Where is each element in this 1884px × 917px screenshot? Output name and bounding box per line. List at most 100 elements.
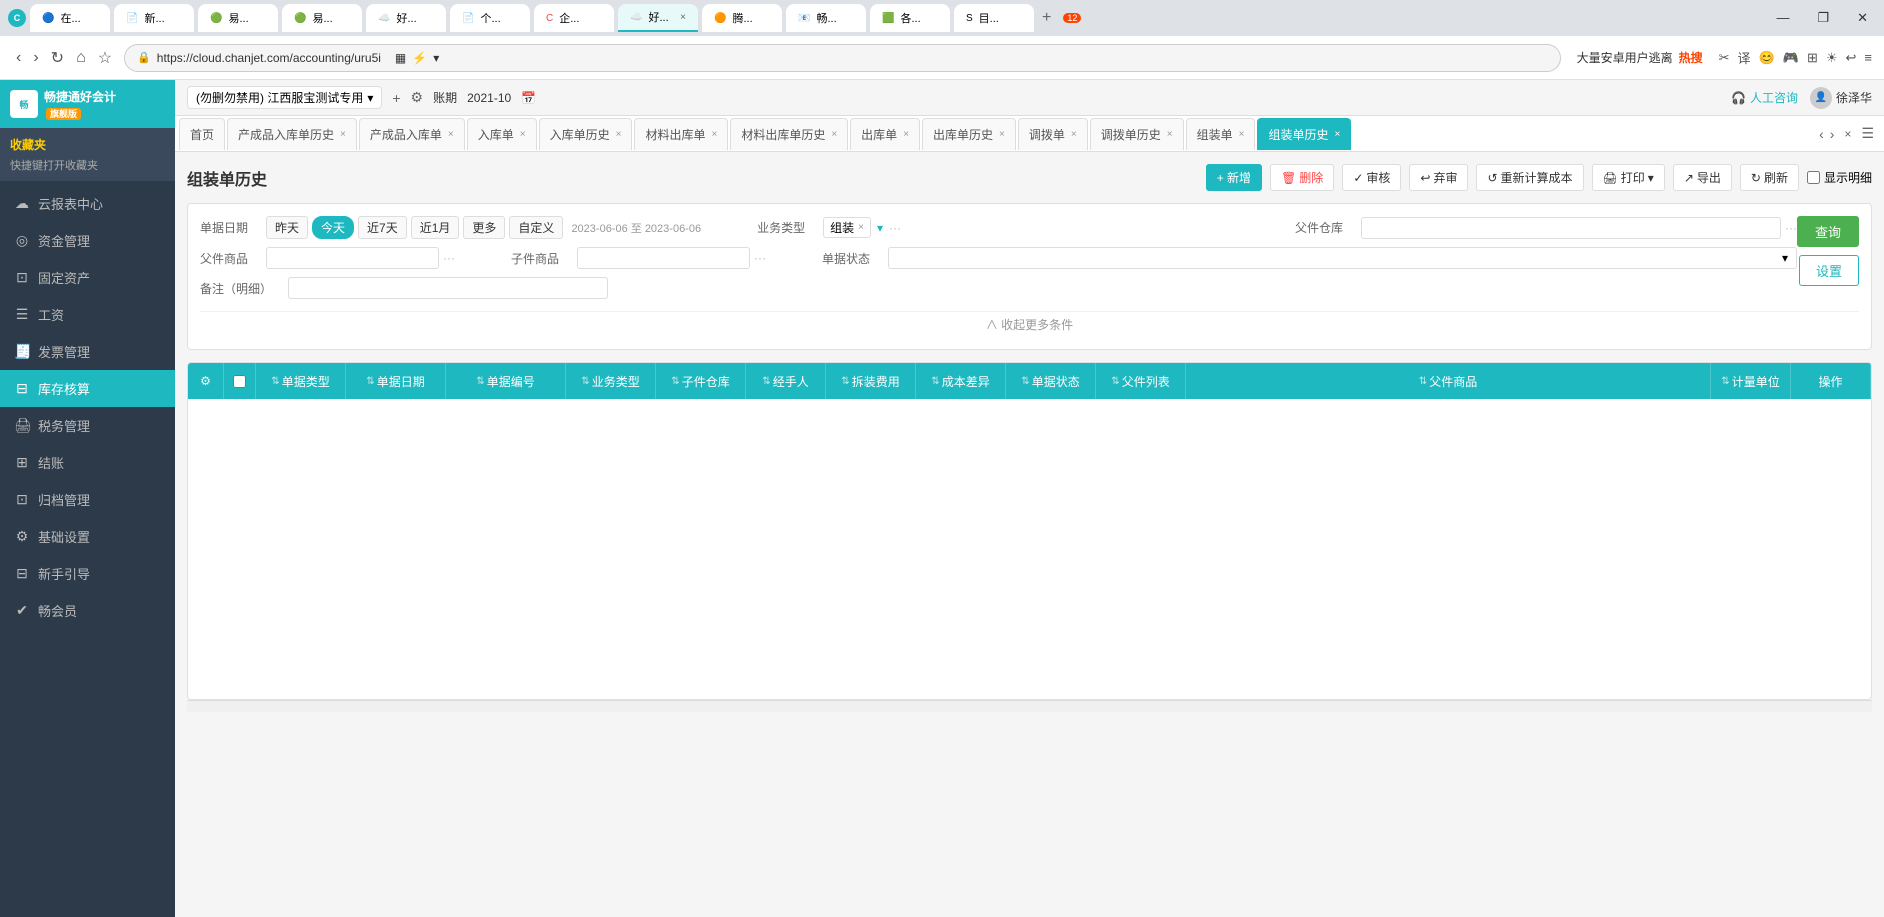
scissors-icon[interactable]: ✂ [1719, 50, 1730, 66]
filter-settings-button[interactable]: 设置 [1799, 255, 1859, 286]
business-type-dropdown-icon[interactable]: ▾ [877, 221, 883, 235]
tab-close-assembly[interactable]: × [1239, 129, 1245, 140]
audit-button[interactable]: ✓ 审核 [1342, 164, 1401, 191]
th-business-type[interactable]: ⇅ 业务类型 [566, 363, 656, 399]
browser-tab-4[interactable]: 🟢 易... [282, 4, 362, 32]
sidebar-item-archive[interactable]: ⊡ 归档管理 [0, 481, 175, 518]
tab-close-transfer-history[interactable]: × [1167, 129, 1173, 140]
select-all-checkbox[interactable] [233, 375, 246, 388]
tab-close-material-out-history[interactable]: × [831, 129, 837, 140]
parent-warehouse-input[interactable] [1361, 217, 1781, 239]
1month-btn[interactable]: 近1月 [411, 216, 460, 239]
tab-close-transfer[interactable]: × [1071, 129, 1077, 140]
th-handler[interactable]: ⇅ 经手人 [746, 363, 826, 399]
th-unit[interactable]: ⇅ 计量单位 [1711, 363, 1791, 399]
tab-finished[interactable]: 产成品入库单 × [359, 118, 465, 150]
tab-home[interactable]: 首页 [179, 118, 225, 150]
th-order-date[interactable]: ⇅ 单据日期 [346, 363, 446, 399]
recalculate-button[interactable]: ↺ 重新计算成本 [1476, 164, 1583, 191]
tabs-next-arrow[interactable]: › [1828, 124, 1837, 144]
yesterday-btn[interactable]: 昨天 [266, 216, 308, 239]
chevron-down-icon[interactable]: ▾ [433, 51, 439, 65]
browser-tab-3[interactable]: 🟢 易... [198, 4, 278, 32]
child-goods-more-icon[interactable]: ··· [754, 251, 766, 265]
tab-finished-history[interactable]: 产成品入库单历史 × [227, 118, 357, 150]
browser-tab-2[interactable]: 📄 新... [114, 4, 194, 32]
7days-btn[interactable]: 近7天 [358, 216, 407, 239]
tab-out-history[interactable]: 出库单历史 × [922, 118, 1016, 150]
tab-close-finished[interactable]: × [448, 129, 454, 140]
sun-icon[interactable]: ☀ [1826, 50, 1838, 66]
emoji-icon[interactable]: 😊 [1759, 50, 1775, 66]
abandon-button[interactable]: ↩ 弃审 [1409, 164, 1468, 191]
service-link[interactable]: 🎧 人工咨询 [1731, 89, 1798, 106]
sidebar-item-invoice[interactable]: 🧾 发票管理 [0, 333, 175, 370]
lightning-icon[interactable]: ⚡ [412, 51, 427, 65]
browser-tab-10[interactable]: 📧 畅... [786, 4, 866, 32]
tabs-more-icon[interactable]: ☰ [1859, 123, 1876, 144]
tab-material-out-history[interactable]: 材料出库单历史 × [730, 118, 848, 150]
tabs-close-all[interactable]: × [1838, 125, 1857, 143]
grid-icon[interactable]: ⊞ [1807, 50, 1818, 66]
tabs-prev-arrow[interactable]: ‹ [1817, 124, 1826, 144]
show-detail-checkbox-label[interactable]: 显示明细 [1807, 169, 1872, 186]
child-goods-input[interactable] [577, 247, 750, 269]
bookmark-button[interactable]: ☆ [94, 44, 116, 72]
tab-close-assembly-history[interactable]: × [1334, 129, 1340, 140]
tab-close-out-order[interactable]: × [903, 129, 909, 140]
tab-close-out-history[interactable]: × [999, 129, 1005, 140]
show-detail-checkbox[interactable] [1807, 171, 1820, 184]
note-input[interactable] [288, 277, 608, 299]
status-dropdown[interactable]: ▾ [888, 247, 1797, 269]
browser-tab-6[interactable]: 📄 个... [450, 4, 530, 32]
calendar-icon[interactable]: 📅 [521, 91, 536, 105]
back-button[interactable]: ‹ [12, 44, 25, 72]
tab-close-in-history[interactable]: × [616, 129, 622, 140]
tab-out-order[interactable]: 出库单 × [850, 118, 920, 150]
home-button[interactable]: ⌂ [72, 44, 90, 72]
tab-in-history[interactable]: 入库单历史 × [539, 118, 633, 150]
more-date-btn[interactable]: 更多 [463, 216, 505, 239]
sidebar-item-fixed-assets[interactable]: ⊡ 固定资产 [0, 259, 175, 296]
refresh-button[interactable]: ↻ 刷新 [1740, 164, 1799, 191]
new-tab-button[interactable]: + [1038, 9, 1055, 27]
th-parent-goods[interactable]: ⇅ 父件商品 [1186, 363, 1711, 399]
th-settings[interactable]: ⚙ [188, 363, 224, 399]
tab-assembly[interactable]: 组装单 × [1186, 118, 1256, 150]
tab-transfer[interactable]: 调拨单 × [1018, 118, 1088, 150]
export-button[interactable]: ↗ 导出 [1673, 164, 1732, 191]
collapse-bar[interactable]: ∧ 收起更多条件 [200, 311, 1859, 337]
reload-button[interactable]: ↻ [47, 44, 68, 72]
browser-tab-1[interactable]: 🔵 在... [30, 4, 110, 32]
query-button[interactable]: 查询 [1797, 216, 1859, 247]
add-button[interactable]: + 新增 [1206, 164, 1262, 191]
th-order-no[interactable]: ⇅ 单据编号 [446, 363, 566, 399]
tab-assembly-history[interactable]: 组装单历史 × [1257, 118, 1351, 150]
today-btn[interactable]: 今天 [312, 216, 354, 239]
parent-goods-input[interactable] [266, 247, 439, 269]
company-selector[interactable]: (勿删勿禁用) 江西服宝测试专用 ▾ [187, 86, 382, 109]
tab-close-in-order[interactable]: × [520, 129, 526, 140]
minimize-button[interactable]: — [1768, 8, 1797, 28]
tab-material-out[interactable]: 材料出库单 × [634, 118, 728, 150]
undo-icon[interactable]: ↩ [1846, 50, 1857, 66]
th-child-warehouse[interactable]: ⇅ 子件仓库 [656, 363, 746, 399]
th-order-type[interactable]: ⇅ 单据类型 [256, 363, 346, 399]
translate-icon[interactable]: 译 [1738, 48, 1751, 67]
th-parent-list[interactable]: ⇅ 父件列表 [1096, 363, 1186, 399]
tab-close-finished-history[interactable]: × [340, 129, 346, 140]
browser-tab-8[interactable]: ☁️ 好... × [618, 4, 698, 32]
close-window-button[interactable]: ✕ [1849, 8, 1876, 28]
forward-button[interactable]: › [29, 44, 42, 72]
th-disassemble-cost[interactable]: ⇅ 拆装费用 [826, 363, 916, 399]
qr-icon[interactable]: ▦ [395, 51, 406, 65]
th-checkbox[interactable] [224, 363, 256, 399]
settings-gear-icon[interactable]: ⚙ [411, 89, 424, 106]
th-order-status[interactable]: ⇅ 单据状态 [1006, 363, 1096, 399]
tab-transfer-history[interactable]: 调拨单历史 × [1090, 118, 1184, 150]
sidebar-item-finance[interactable]: ◎ 资金管理 [0, 222, 175, 259]
game-icon[interactable]: 🎮 [1783, 50, 1799, 66]
browser-tab-5[interactable]: ☁️ 好... [366, 4, 446, 32]
parent-goods-more-icon[interactable]: ··· [443, 251, 455, 265]
print-button[interactable]: 🖨 打印 ▾ [1592, 164, 1665, 191]
